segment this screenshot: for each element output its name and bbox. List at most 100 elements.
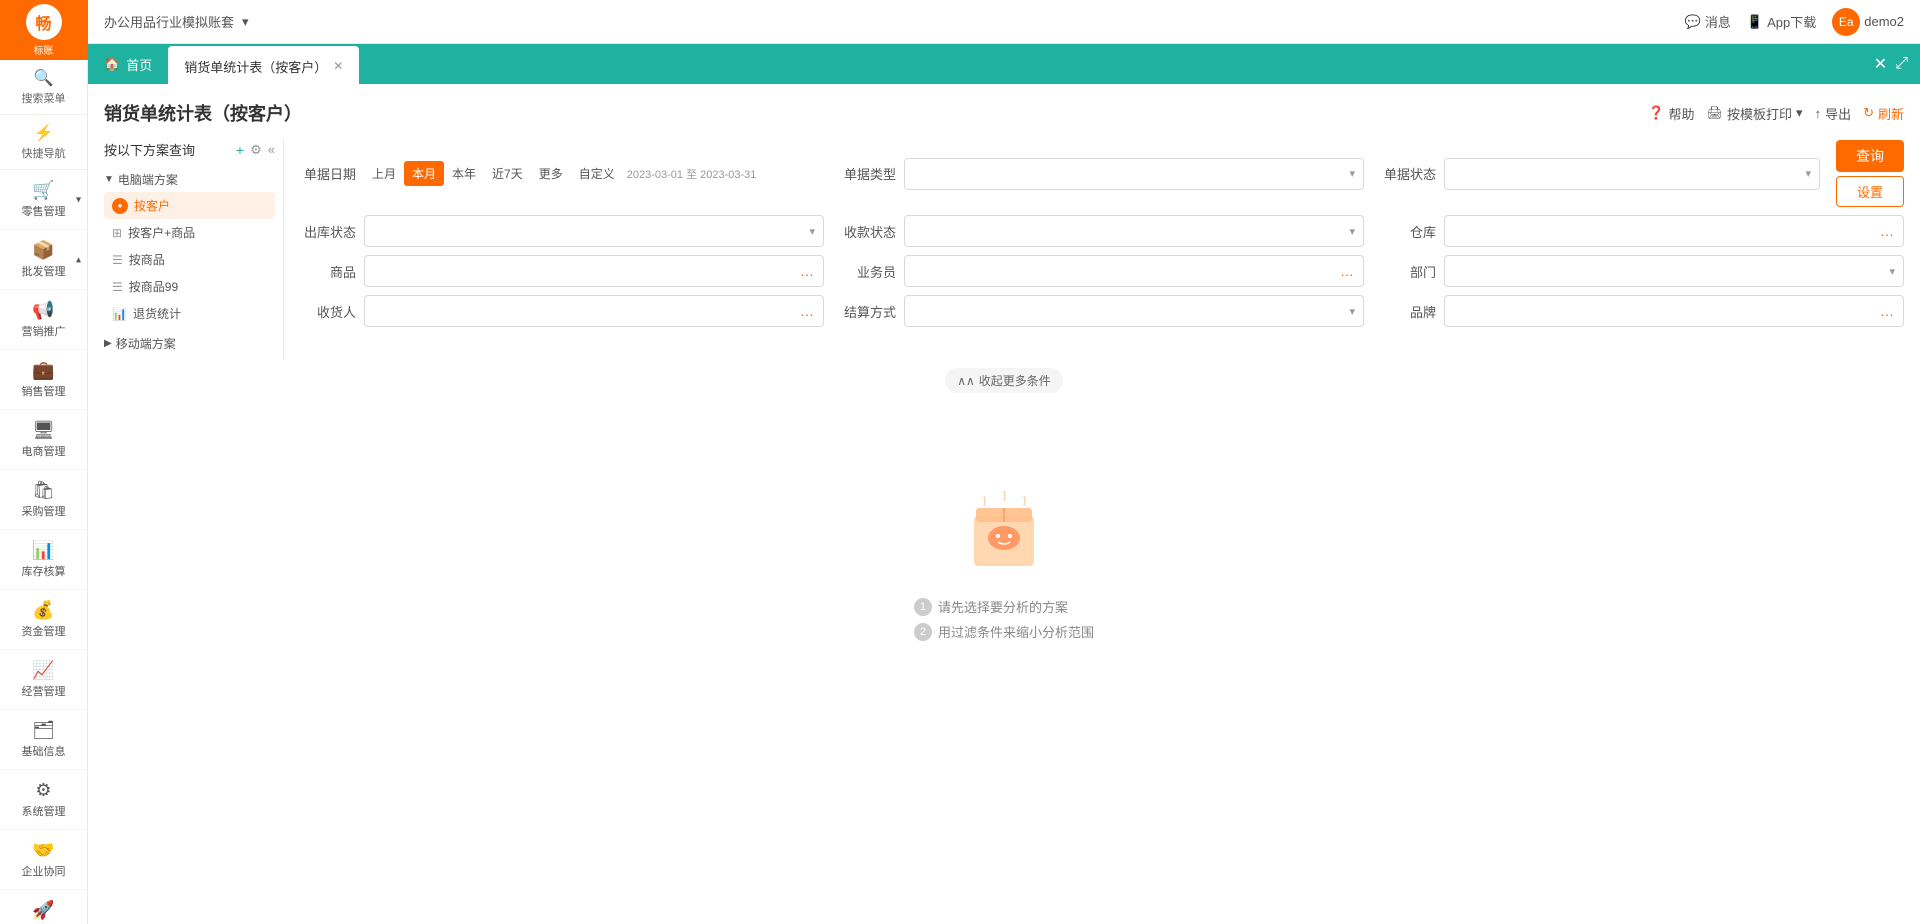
empty-hint-1: 1 请先选择要分析的方案 <box>914 597 1094 616</box>
help-label: 帮助 <box>1668 104 1694 123</box>
content-layout: 按以下方案查询 + ⚙ « ▼ 电脑端方案 <box>104 140 1904 360</box>
scheme-add-icon[interactable]: + <box>236 142 244 158</box>
by-customer-icon: ● <box>112 198 128 214</box>
message-button[interactable]: 💬 消息 <box>1685 12 1731 31</box>
quicknav-icon: ⚡ <box>34 123 54 143</box>
settlement-label: 结算方式 <box>840 302 896 321</box>
scheme-item-by-goods-99[interactable]: ☰ 按商品99 <box>104 273 275 300</box>
sidebar-item-retail[interactable]: 🛒 零售管理 ▾ <box>0 170 87 230</box>
sidebar-item-cooperation-label: 企业协同 <box>22 863 66 879</box>
sidebar-item-sales[interactable]: 💼 销售管理 <box>0 350 87 410</box>
department-select[interactable]: ▾ <box>1444 255 1904 287</box>
sidebar-item-purchase[interactable]: 🛍 采购管理 <box>0 470 87 530</box>
scheme-item-by-goods-99-label: 按商品99 <box>129 278 178 295</box>
sidebar-item-operations[interactable]: 📈 经营管理 <box>0 650 87 710</box>
collapse-button[interactable]: ∧∧ 收起更多条件 <box>945 368 1063 393</box>
collapse-up-icon: ∧∧ <box>957 374 975 388</box>
warehouse-control: … <box>1444 215 1904 247</box>
desktop-group-label: 电脑端方案 <box>118 171 178 188</box>
sidebar-quicknav-item[interactable]: ⚡ 快捷导航 <box>0 115 87 170</box>
by-goods-99-icon: ☰ <box>112 280 123 294</box>
scheme-item-by-goods[interactable]: ☰ 按商品 <box>104 246 275 273</box>
message-label: 消息 <box>1705 12 1731 31</box>
date-btn-this-year[interactable]: 本年 <box>444 161 484 186</box>
tab-home[interactable]: 🏠 首页 <box>88 44 168 84</box>
ship-status-control: ▾ <box>364 215 824 247</box>
date-btn-7days[interactable]: 近7天 <box>484 161 531 186</box>
department-control: ▾ <box>1444 255 1904 287</box>
goods-input[interactable]: … <box>364 255 824 287</box>
settlement-select[interactable]: ▾ <box>904 295 1364 327</box>
print-button[interactable]: 🖨 按模板打印 ▾ <box>1707 104 1803 123</box>
mobile-group-triangle: ▶ <box>104 338 112 349</box>
scheme-item-by-customer[interactable]: ● 按客户 <box>104 192 275 219</box>
help-button[interactable]: ❓ 帮助 <box>1648 104 1694 123</box>
refresh-button[interactable]: ↻ 刷新 <box>1863 104 1904 123</box>
mobile-group-label: 移动端方案 <box>116 335 176 352</box>
sidebar-item-cooperation[interactable]: 🤝 企业协同 <box>0 830 87 890</box>
avatar: Ea <box>1832 8 1860 36</box>
scheme-panel-title: 按以下方案查询 <box>104 140 195 159</box>
ship-status-select[interactable]: ▾ <box>364 215 824 247</box>
tab-close-icon[interactable]: ✕ <box>333 59 343 73</box>
brand-input[interactable]: … <box>1444 295 1904 327</box>
sidebar-item-system[interactable]: ⚙ 系统管理 <box>0 770 87 830</box>
download-icon: 📱 <box>1747 14 1763 30</box>
scheme-item-by-customer-goods[interactable]: ⊞ 按客户+商品 <box>104 219 275 246</box>
wholesale-icon: 📦 <box>32 240 54 261</box>
order-status-select[interactable]: ▾ <box>1444 158 1820 190</box>
tab-minimize-icon[interactable]: ✕ <box>1874 54 1887 74</box>
return-stat-icon: 📊 <box>112 307 127 321</box>
query-button[interactable]: 查询 <box>1836 140 1904 172</box>
tabs-bar: 🏠 首页 销货单统计表（按客户） ✕ ✕ ⤢ <box>88 44 1920 84</box>
date-range-display: 2023-03-01 至 2023-03-31 <box>627 166 757 182</box>
scheme-item-return-stat[interactable]: 📊 退货统计 <box>104 300 275 327</box>
goods-label: 商品 <box>300 262 356 281</box>
print-dropdown-icon: ▾ <box>1796 105 1803 121</box>
date-btn-this-month[interactable]: 本月 <box>404 161 444 186</box>
receiver-input[interactable]: … <box>364 295 824 327</box>
filter-row-payment-status: 收款状态 ▾ <box>840 215 1364 247</box>
export-button[interactable]: ↑ 导出 <box>1815 104 1852 123</box>
scheme-settings-icon[interactable]: ⚙ <box>250 142 262 158</box>
sidebar-item-basicinfo[interactable]: 🗂 基础信息 <box>0 710 87 770</box>
sidebar-search-item[interactable]: 🔍 搜索菜单 <box>0 60 87 115</box>
filter-area: 单据日期 上月 本月 本年 近7天 更多 自定义 2023-03-01 至 20… <box>284 140 1904 360</box>
payment-status-control: ▾ <box>904 215 1364 247</box>
tab-sales-stat[interactable]: 销货单统计表（按客户） ✕ <box>168 46 359 86</box>
sidebar-item-finance[interactable]: 💰 资金管理 <box>0 590 87 650</box>
user-profile-button[interactable]: Ea demo2 <box>1832 8 1904 36</box>
home-icon: 🏠 <box>104 56 120 72</box>
app-download-button[interactable]: 📱 App下载 <box>1747 12 1816 31</box>
scheme-collapse-icon[interactable]: « <box>268 142 275 158</box>
sidebar-item-wholesale[interactable]: 📦 批发管理 ▴ <box>0 230 87 290</box>
date-btn-last-month[interactable]: 上月 <box>364 161 404 186</box>
sidebar-item-ecommerce[interactable]: 🖥 电商管理 <box>0 410 87 470</box>
filter-row-warehouse: 仓库 … <box>1380 215 1904 247</box>
salesperson-control: … <box>904 255 1364 287</box>
scheme-item-return-stat-label: 退货统计 <box>133 305 181 322</box>
settings-button[interactable]: 设置 <box>1836 176 1904 207</box>
by-customer-goods-icon: ⊞ <box>112 226 122 240</box>
sidebar-item-marketing[interactable]: 📢 营销推广 <box>0 290 87 350</box>
settlement-control: ▾ <box>904 295 1364 327</box>
logo-char: 畅 <box>35 10 51 34</box>
sidebar-item-newuser[interactable]: 🚀 新手引导 <box>0 890 87 924</box>
tab-expand-icon[interactable]: ⤢ <box>1895 55 1908 73</box>
date-btn-custom[interactable]: 自定义 <box>571 161 623 186</box>
sidebar-item-inventory[interactable]: 📊 库存核算 <box>0 530 87 590</box>
payment-status-select[interactable]: ▾ <box>904 215 1364 247</box>
date-btn-more[interactable]: 更多 <box>531 161 571 186</box>
order-type-select[interactable]: ▾ <box>904 158 1364 190</box>
page-title: 销货单统计表（按客户） <box>104 100 302 126</box>
scheme-group-desktop-title[interactable]: ▼ 电脑端方案 <box>104 167 275 192</box>
scheme-group-mobile-title[interactable]: ▶ 移动端方案 <box>104 331 275 356</box>
empty-state-illustration <box>944 481 1064 581</box>
salesperson-input[interactable]: … <box>904 255 1364 287</box>
marketing-icon: 📢 <box>32 300 54 321</box>
filter-grid-row3: 商品 … 业务员 <box>300 255 1904 287</box>
sidebar-quicknav-label: 快捷导航 <box>22 145 66 161</box>
logo-label: 标账 <box>34 42 54 57</box>
order-status-dropdown-icon: ▾ <box>1805 167 1811 180</box>
warehouse-input[interactable]: … <box>1444 215 1904 247</box>
